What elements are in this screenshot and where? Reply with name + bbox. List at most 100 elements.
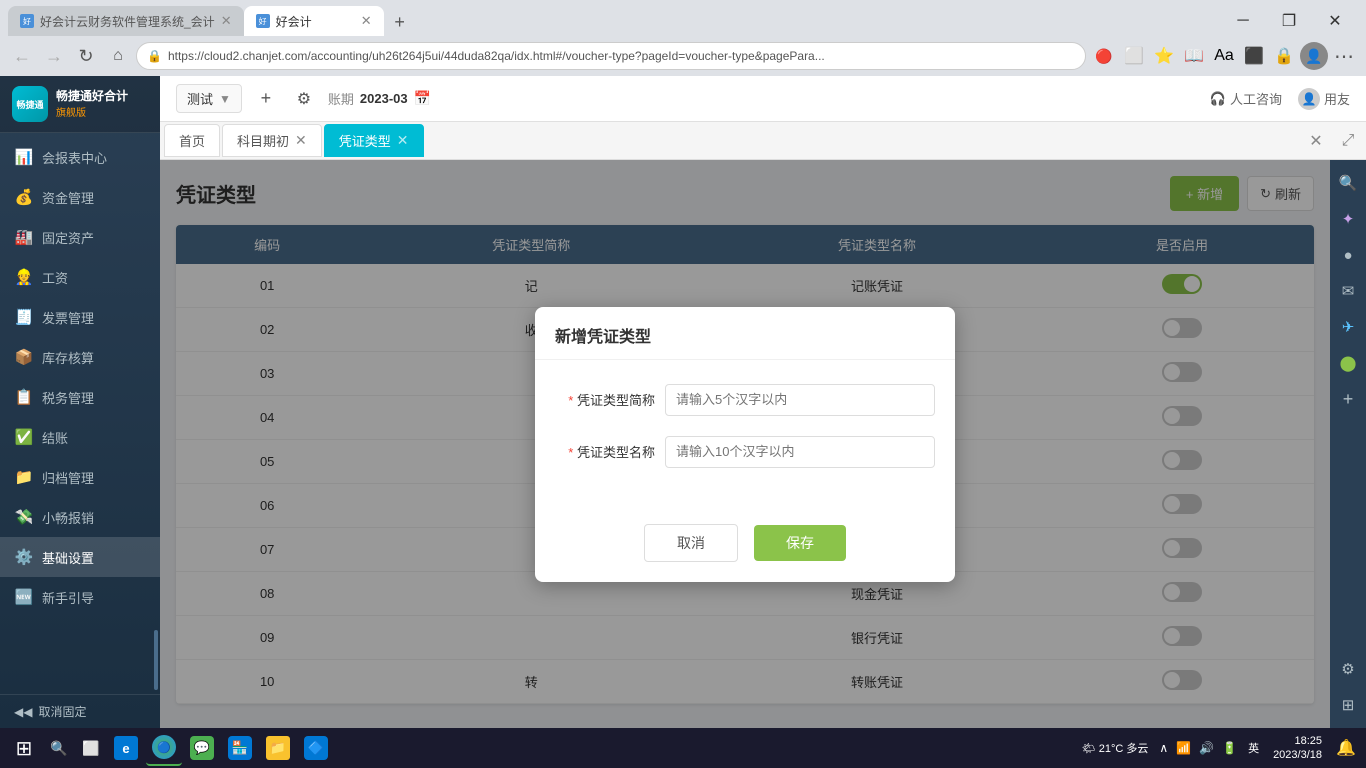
right-panel-btn-2[interactable]: ✦: [1333, 204, 1363, 234]
company-selector[interactable]: 测试 ▼: [176, 84, 242, 113]
extension-btn-4[interactable]: 📖: [1180, 42, 1208, 70]
right-panel-btn-7[interactable]: +: [1333, 384, 1363, 414]
taskbar-app-edge2[interactable]: 🔷: [298, 730, 334, 766]
user-button[interactable]: 👤 用友: [1298, 88, 1350, 110]
address-bar[interactable]: 🔒 https://cloud2.chanjet.com/accounting/…: [136, 42, 1086, 70]
tab-close-window[interactable]: ✕: [1302, 127, 1330, 155]
extension-btn-3[interactable]: ⭐: [1150, 42, 1178, 70]
language-indicator[interactable]: 英: [1244, 738, 1263, 758]
minimize-button[interactable]: ─: [1220, 6, 1266, 36]
field-name-input[interactable]: [665, 436, 935, 468]
expand-icon[interactable]: ∧: [1156, 739, 1171, 757]
nav-label-checkout: 结账: [42, 428, 68, 447]
field-short-input[interactable]: [665, 384, 935, 416]
save-button[interactable]: 保存: [754, 525, 846, 561]
sidebar-scrollbar[interactable]: [154, 630, 158, 690]
taskbar-app-store[interactable]: 🏪: [222, 730, 258, 766]
profile-button[interactable]: 👤: [1300, 42, 1328, 70]
taskbar-search-button[interactable]: 🔍: [44, 733, 74, 763]
browser-chrome: 好 好会计云财务软件管理系统_会计 ✕ 好 好会计 ✕ + ─ ❐ ✕ ← → …: [0, 0, 1366, 76]
extension-btn-5[interactable]: Aa: [1210, 42, 1238, 70]
back-button[interactable]: ←: [8, 42, 36, 70]
sidebar-item-payroll[interactable]: 👷工资: [0, 257, 160, 297]
home-button[interactable]: ⌂: [104, 42, 132, 70]
nav-icon-dashboard: 📊: [14, 147, 34, 167]
browser-tab-2[interactable]: 好 好会计 ✕: [244, 6, 384, 36]
page-tab-voucher-type[interactable]: 凭证类型✕: [324, 124, 424, 157]
more-button[interactable]: ⋯: [1330, 42, 1358, 70]
sidebar-item-inventory[interactable]: 📦库存核算: [0, 337, 160, 377]
extension-btn-1[interactable]: 🔴: [1090, 42, 1118, 70]
sidebar-item-member[interactable]: 👑畅会员: [0, 617, 160, 626]
right-panel-btn-5[interactable]: ✈: [1333, 312, 1363, 342]
app-topbar: 测试 ▼ + ⚙ 账期 2023-03 📅 🎧 人工咨询 👤 用友: [160, 76, 1366, 122]
restore-button[interactable]: ❐: [1266, 6, 1312, 36]
calendar-icon[interactable]: 📅: [414, 90, 431, 107]
taskbar-date: 2023/3/18: [1273, 748, 1322, 762]
nav-label-guide: 新手引导: [42, 588, 94, 607]
taskbar-app-chrome[interactable]: 🔵: [146, 730, 182, 766]
sidebar-item-expense[interactable]: 💸小畅报销: [0, 497, 160, 537]
weather-text: 21°C 多云: [1099, 740, 1149, 756]
right-panel-btn-6[interactable]: ⬤: [1333, 348, 1363, 378]
sidebar-item-checkout[interactable]: ✅结账: [0, 417, 160, 457]
reload-button[interactable]: ↻: [72, 42, 100, 70]
volume-icon[interactable]: 🔊: [1196, 739, 1217, 757]
right-panel-grid-btn[interactable]: ⊞: [1333, 690, 1363, 720]
tab2-close[interactable]: ✕: [361, 13, 372, 29]
extension-btn-6[interactable]: ⬛: [1240, 42, 1268, 70]
taskbar-clock[interactable]: 18:25 2023/3/18: [1267, 734, 1328, 763]
extensions-area: 🔴 ⬜ ⭐ 📖 Aa ⬛ 🔒 👤 ⋯: [1090, 42, 1358, 70]
company-name: 测试: [187, 89, 213, 108]
sidebar-footer[interactable]: ◀◀ 取消固定: [0, 694, 160, 728]
page-tab-home[interactable]: 首页: [164, 124, 220, 157]
right-panel-settings-btn[interactable]: ⚙: [1333, 654, 1363, 684]
tab-expand-window[interactable]: ⤢: [1334, 127, 1362, 155]
nav-label-tax: 税务管理: [42, 388, 94, 407]
extension-btn-7[interactable]: 🔒: [1270, 42, 1298, 70]
nav-icon-expense: 💸: [14, 507, 34, 527]
page-tab-subject[interactable]: 科目期初✕: [222, 124, 322, 157]
cancel-button[interactable]: 取消: [644, 524, 738, 562]
sidebar-item-assets[interactable]: 🏭固定资产: [0, 217, 160, 257]
weather-info[interactable]: 🌤 21°C 多云: [1078, 740, 1153, 756]
browser-tab-1[interactable]: 好 好会计云财务软件管理系统_会计 ✕: [8, 6, 244, 36]
right-panel-btn-3[interactable]: ●: [1333, 240, 1363, 270]
period-value: 2023-03: [360, 91, 408, 106]
sidebar-item-guide[interactable]: 🆕新手引导: [0, 577, 160, 617]
sidebar-item-dashboard[interactable]: 📊会报表中心: [0, 137, 160, 177]
address-bar-row: ← → ↻ ⌂ 🔒 https://cloud2.chanjet.com/acc…: [0, 36, 1366, 76]
start-button[interactable]: ⊞: [6, 730, 42, 766]
notification-button[interactable]: 🔔: [1332, 734, 1360, 762]
consult-button[interactable]: 🎧 人工咨询: [1210, 89, 1282, 108]
sidebar-item-archive[interactable]: 📁归档管理: [0, 457, 160, 497]
taskbar-app-folder[interactable]: 📁: [260, 730, 296, 766]
tab-close-voucher-type[interactable]: ✕: [397, 132, 409, 149]
nav-label-payroll: 工资: [42, 268, 68, 287]
forward-button[interactable]: →: [40, 42, 68, 70]
tab-close-subject[interactable]: ✕: [295, 132, 307, 149]
sidebar-item-invoice[interactable]: 🧾发票管理: [0, 297, 160, 337]
sidebar-item-capital[interactable]: 💰资金管理: [0, 177, 160, 217]
nav-label-archive: 归档管理: [42, 468, 94, 487]
network-icon[interactable]: 📶: [1173, 739, 1194, 757]
close-button[interactable]: ✕: [1312, 6, 1358, 36]
sidebar-item-settings[interactable]: ⚙️基础设置: [0, 537, 160, 577]
taskbar-app-wechat[interactable]: 💬: [184, 730, 220, 766]
new-tab-button[interactable]: +: [386, 8, 414, 36]
taskbar-app-edge[interactable]: e: [108, 730, 144, 766]
tab1-close[interactable]: ✕: [221, 13, 232, 29]
add-btn[interactable]: +: [252, 85, 280, 113]
settings-btn[interactable]: ⚙: [290, 85, 318, 113]
field-short-label: * 凭证类型简称: [555, 390, 665, 409]
taskbar-task-view[interactable]: ⬜: [76, 733, 106, 763]
right-panel-btn-1[interactable]: 🔍: [1333, 168, 1363, 198]
form-field-short: * 凭证类型简称: [555, 384, 935, 416]
sidebar-item-tax[interactable]: 📋 税务管理: [0, 377, 160, 417]
right-panel-btn-4[interactable]: ✉: [1333, 276, 1363, 306]
nav-icon-tax: 📋: [14, 387, 34, 407]
nav-icon-inventory: 📦: [14, 347, 34, 367]
taskbar-time: 18:25: [1294, 734, 1322, 748]
battery-icon[interactable]: 🔋: [1219, 739, 1240, 757]
extension-btn-2[interactable]: ⬜: [1120, 42, 1148, 70]
